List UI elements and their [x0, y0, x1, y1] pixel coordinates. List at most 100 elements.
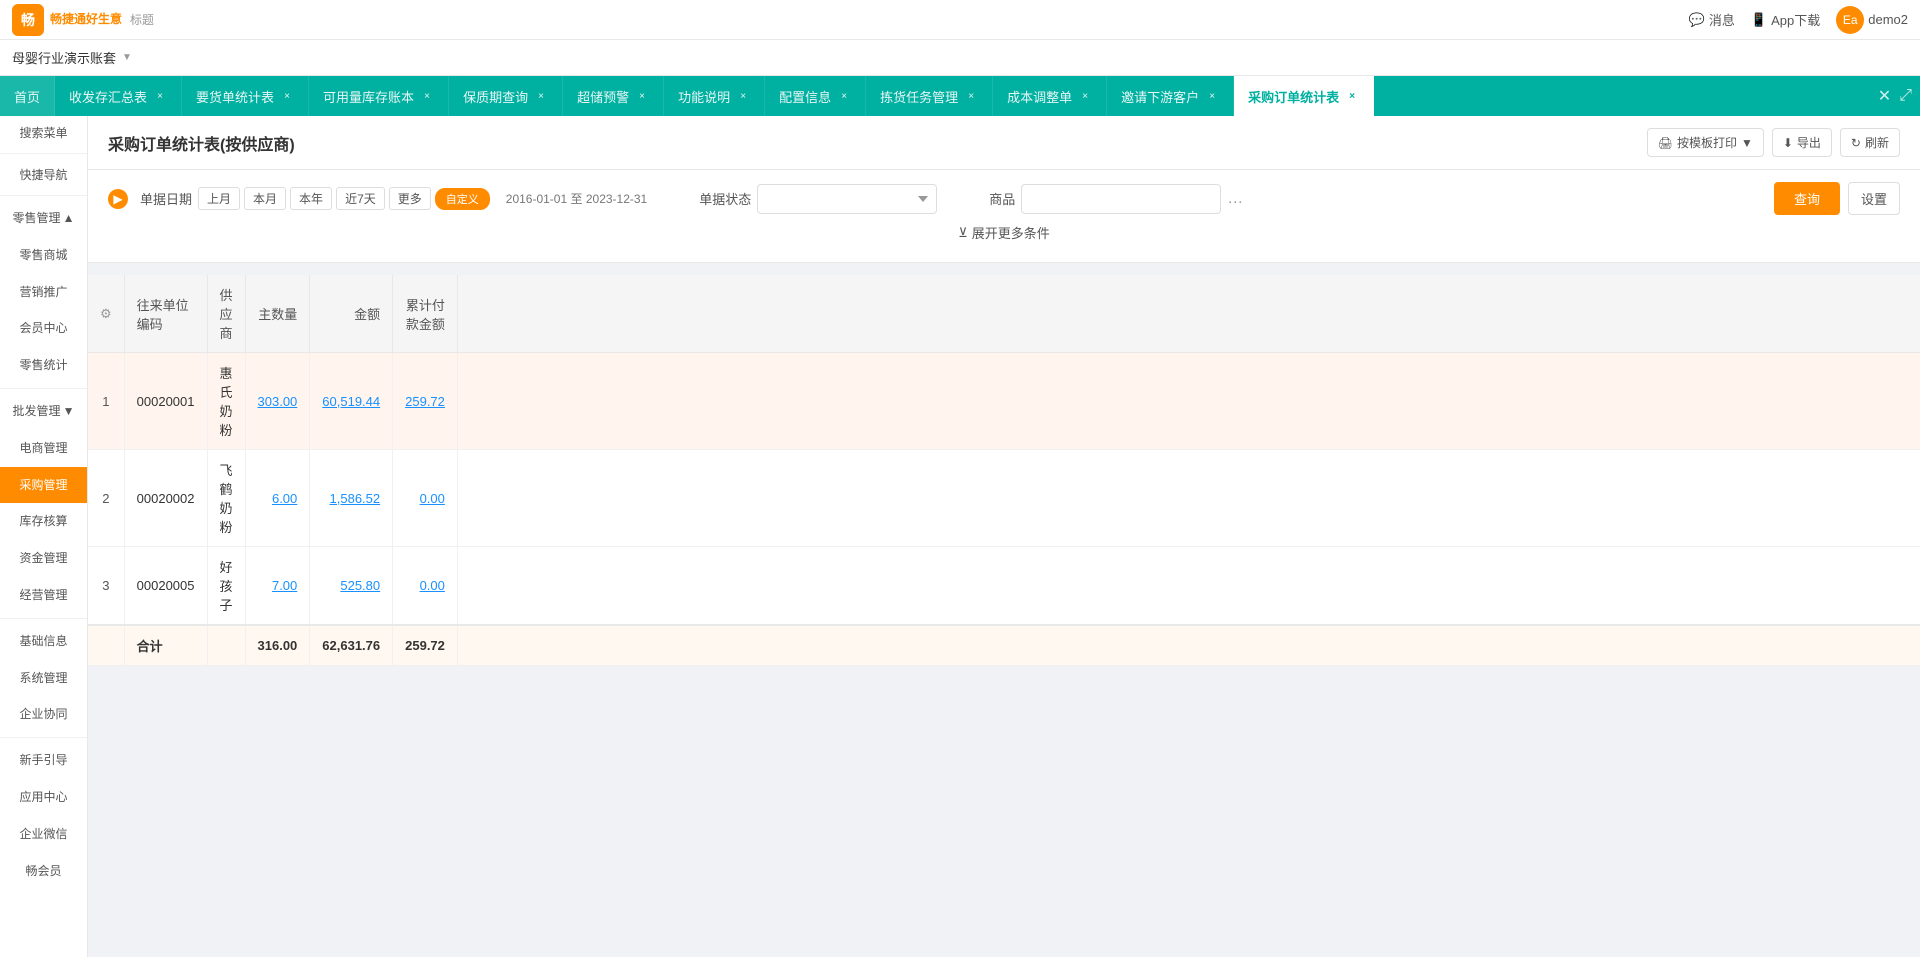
sidebar-item-ecom-mgmt[interactable]: 电商管理	[0, 430, 87, 467]
settings-button[interactable]: 设置	[1848, 182, 1900, 215]
close-tab-demand-stats[interactable]: ×	[280, 89, 294, 103]
tab-config-info[interactable]: 配置信息 ×	[765, 76, 866, 116]
sidebar-divider-2	[0, 195, 87, 196]
close-tab-purchase-stats[interactable]: ×	[1345, 89, 1359, 103]
shortcut-custom[interactable]: 自定义	[435, 188, 490, 210]
sidebar-item-ops-mgmt[interactable]: 经营管理	[0, 577, 87, 614]
tab-home[interactable]: 首页	[0, 76, 55, 116]
sidebar-item-finance-mgmt[interactable]: 资金管理	[0, 540, 87, 577]
table-container: ⚙ 往来单位编码 供应商 主数量 金额 累计付款金额 1 00020001 惠氏…	[88, 275, 1920, 666]
sidebar-divider-1	[0, 153, 87, 154]
sidebar-item-retail-stats[interactable]: 零售统计	[0, 347, 87, 384]
goods-more-btn[interactable]: …	[1227, 190, 1243, 208]
shortcut-this-year[interactable]: 本年	[290, 187, 332, 210]
sidebar-item-marketing[interactable]: 营销推广	[0, 274, 87, 311]
page-header: 采购订单统计表(按供应商) 🖨 按模板打印 ▼ ⬇ 导出 ↻ 刷新	[88, 116, 1920, 170]
sidebar-item-sys-mgmt[interactable]: 系统管理	[0, 660, 87, 697]
sidebar-item-purchase-mgmt[interactable]: 采购管理	[0, 467, 87, 504]
sidebar-item-enterprise-collab[interactable]: 企业协同	[0, 696, 87, 733]
print-button[interactable]: 🖨 按模板打印 ▼	[1647, 128, 1764, 157]
footer-extra	[457, 625, 1920, 666]
tab-overstock[interactable]: 超储预警 ×	[563, 76, 664, 116]
export-button[interactable]: ⬇ 导出	[1772, 128, 1832, 157]
tab-collect-send[interactable]: 收发存汇总表 ×	[55, 76, 182, 116]
row-paid-2[interactable]: 0.00	[393, 450, 458, 547]
col-header-quantity: 主数量	[245, 275, 310, 353]
close-tab-invite-downstream[interactable]: ×	[1205, 89, 1219, 103]
row-code-2: 00020002	[124, 450, 207, 547]
close-tab-cost-adjust[interactable]: ×	[1078, 89, 1092, 103]
sidebar-item-members[interactable]: 会员中心	[0, 310, 87, 347]
row-amount-1[interactable]: 60,519.44	[310, 353, 393, 450]
col-header-gear[interactable]: ⚙	[88, 275, 124, 353]
tab-demand-stats[interactable]: 要货单统计表 ×	[182, 76, 309, 116]
filter-action-buttons: 查询 设置	[1774, 182, 1900, 215]
shortcut-more[interactable]: 更多	[389, 187, 431, 210]
sidebar-item-vip-member[interactable]: 畅会员	[0, 853, 87, 890]
sidebar-item-stock-check[interactable]: 库存核算	[0, 503, 87, 540]
sidebar-item-wholesale-mgmt[interactable]: 批发管理 ▼	[0, 393, 87, 430]
company-bar: 母婴行业演示账套 ▼	[0, 40, 1920, 76]
sidebar-item-search[interactable]: 搜索菜单	[0, 116, 87, 149]
row-quantity-2[interactable]: 6.00	[245, 450, 310, 547]
shortcut-this-month[interactable]: 本月	[244, 187, 286, 210]
close-tab-pick-task[interactable]: ×	[964, 89, 978, 103]
close-tab-collect-send[interactable]: ×	[153, 89, 167, 103]
goods-input[interactable]	[1021, 184, 1221, 214]
tab-cost-adjust[interactable]: 成本调整单 ×	[993, 76, 1107, 116]
query-button[interactable]: 查询	[1774, 182, 1840, 215]
row-supplier-1: 惠氏奶粉	[207, 353, 245, 450]
filter-toggle-button[interactable]: ▶	[108, 189, 128, 209]
shortcut-last-month[interactable]: 上月	[198, 187, 240, 210]
footer-label: 合计	[124, 625, 207, 666]
maximize-tabs[interactable]: ⤢	[1899, 87, 1912, 105]
row-quantity-3[interactable]: 7.00	[245, 547, 310, 626]
sidebar-item-retail-mgmt[interactable]: 零售管理 ▲	[0, 200, 87, 237]
row-paid-1[interactable]: 259.72	[393, 353, 458, 450]
close-tab-available-stock[interactable]: ×	[420, 89, 434, 103]
print-dropdown-arrow: ▼	[1741, 136, 1753, 150]
row-amount-3[interactable]: 525.80	[310, 547, 393, 626]
close-tab-config-info[interactable]: ×	[837, 89, 851, 103]
tab-function-desc[interactable]: 功能说明 ×	[664, 76, 765, 116]
row-supplier-2: 飞鹤奶粉	[207, 450, 245, 547]
row-paid-3[interactable]: 0.00	[393, 547, 458, 626]
sidebar-divider-4	[0, 618, 87, 619]
company-selector[interactable]: 母婴行业演示账套 ▼	[12, 48, 132, 67]
app-download-button[interactable]: 📱 App下载	[1751, 10, 1820, 29]
expand-conditions-button[interactable]: ⊻ 展开更多条件	[958, 223, 1050, 242]
messages-button[interactable]: 💬 消息	[1689, 10, 1735, 29]
close-tab-expiry-query[interactable]: ×	[534, 89, 548, 103]
sidebar-item-quick-nav[interactable]: 快捷导航	[0, 158, 87, 191]
sidebar-item-basic-info[interactable]: 基础信息	[0, 623, 87, 660]
tab-pick-task[interactable]: 拣货任务管理 ×	[866, 76, 993, 116]
tab-invite-downstream[interactable]: 邀请下游客户 ×	[1107, 76, 1234, 116]
sidebar-divider-5	[0, 737, 87, 738]
table-footer-row: 合计 316.00 62,631.76 259.72	[88, 625, 1920, 666]
tab-expiry-query[interactable]: 保质期查询 ×	[449, 76, 563, 116]
user-profile[interactable]: Ea demo2	[1836, 6, 1908, 34]
filter-status-item: 单据状态	[699, 184, 937, 214]
close-tab-overstock[interactable]: ×	[635, 89, 649, 103]
footer-empty-1	[88, 625, 124, 666]
tab-available-stock[interactable]: 可用量库存账本 ×	[309, 76, 449, 116]
refresh-button[interactable]: ↻ 刷新	[1840, 128, 1900, 157]
sidebar-item-enterprise-wechat[interactable]: 企业微信	[0, 816, 87, 853]
sidebar-item-retail-store[interactable]: 零售商城	[0, 237, 87, 274]
row-index-3: 3	[88, 547, 124, 626]
message-icon: 💬	[1689, 12, 1705, 28]
row-quantity-1[interactable]: 303.00	[245, 353, 310, 450]
date-label: 单据日期	[140, 189, 192, 208]
sidebar-item-new-guide[interactable]: 新手引导	[0, 742, 87, 779]
logo-area: 畅 畅捷通好生意	[12, 4, 122, 36]
tab-purchase-stats[interactable]: 采购订单统计表 ×	[1234, 76, 1374, 116]
sidebar-item-app-center[interactable]: 应用中心	[0, 779, 87, 816]
filter-row-1: ▶ 单据日期 上月 本月 本年 近7天 更多 自定义 2016-01-01	[108, 182, 1900, 215]
status-select[interactable]	[757, 184, 937, 214]
main-layout: 搜索菜单 快捷导航 零售管理 ▲ 零售商城 营销推广 会员中心 零售统计 批发管…	[0, 116, 1920, 957]
close-all-tabs[interactable]: ✕	[1878, 86, 1891, 106]
shortcut-7days[interactable]: 近7天	[336, 187, 385, 210]
row-amount-2[interactable]: 1,586.52	[310, 450, 393, 547]
footer-amount: 62,631.76	[310, 625, 393, 666]
close-tab-function-desc[interactable]: ×	[736, 89, 750, 103]
